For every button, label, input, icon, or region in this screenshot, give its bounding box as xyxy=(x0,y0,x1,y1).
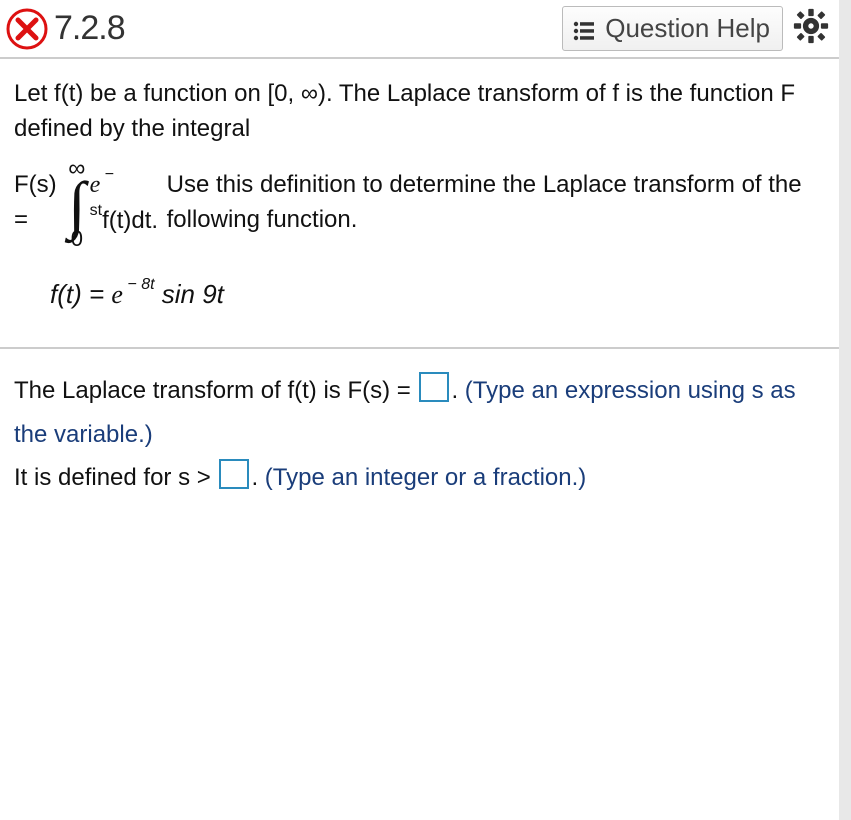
integral-sign: ∫ xyxy=(68,179,86,230)
integral-definition: F(s) = ∞ ∫ 0 e − stf(t)dt. Use this defi… xyxy=(14,157,825,250)
fs-equals: F(s) = xyxy=(14,168,64,238)
settings-button[interactable] xyxy=(791,9,831,49)
answer1-prefix: The Laplace transform of f(t) is F(s) = xyxy=(14,377,417,404)
answer-input-1[interactable] xyxy=(419,372,449,402)
problem-statement: Let f(t) be a function on [0, ∞). The La… xyxy=(0,59,839,337)
given-e-exponent: − 8t xyxy=(123,276,155,293)
list-icon xyxy=(573,18,595,40)
separator xyxy=(0,347,839,349)
integrand-tail: f(t)dt. xyxy=(102,207,158,234)
answer2-hint: (Type an integer or a fraction.) xyxy=(258,464,586,491)
given-e-base: e xyxy=(111,280,123,309)
integral-lower-limit: 0 xyxy=(71,228,83,250)
answer-section: The Laplace transform of f(t) is F(s) = … xyxy=(0,369,839,499)
question-help-label: Question Help xyxy=(605,13,770,44)
answer-input-2[interactable] xyxy=(219,459,249,489)
answer-line-2: It is defined for s > . (Type an integer… xyxy=(14,456,825,499)
header-right: Question Help xyxy=(562,6,831,51)
post-integral-text: Use this definition to determine the Lap… xyxy=(167,168,825,238)
answer-line-1: The Laplace transform of f(t) is F(s) = … xyxy=(14,369,825,455)
answer2-prefix: It is defined for s > xyxy=(14,464,217,491)
question-number: 7.2.8 xyxy=(54,9,125,48)
integrand: e − stf(t)dt. xyxy=(90,167,167,239)
incorrect-icon xyxy=(6,8,48,50)
given-lhs: f(t) = xyxy=(50,279,111,309)
question-header: 7.2.8 Question Help xyxy=(0,0,839,59)
question-help-button[interactable]: Question Help xyxy=(562,6,783,51)
integral-symbol: ∞ ∫ 0 xyxy=(68,157,86,250)
header-left: 7.2.8 xyxy=(6,8,125,50)
given-tail: sin 9t xyxy=(155,279,224,309)
intro-text: Let f(t) be a function on [0, ∞). The La… xyxy=(14,77,825,147)
e-base: e xyxy=(90,172,101,198)
given-function: f(t) = e − 8t sin 9t xyxy=(50,276,825,314)
gear-icon xyxy=(793,8,829,49)
